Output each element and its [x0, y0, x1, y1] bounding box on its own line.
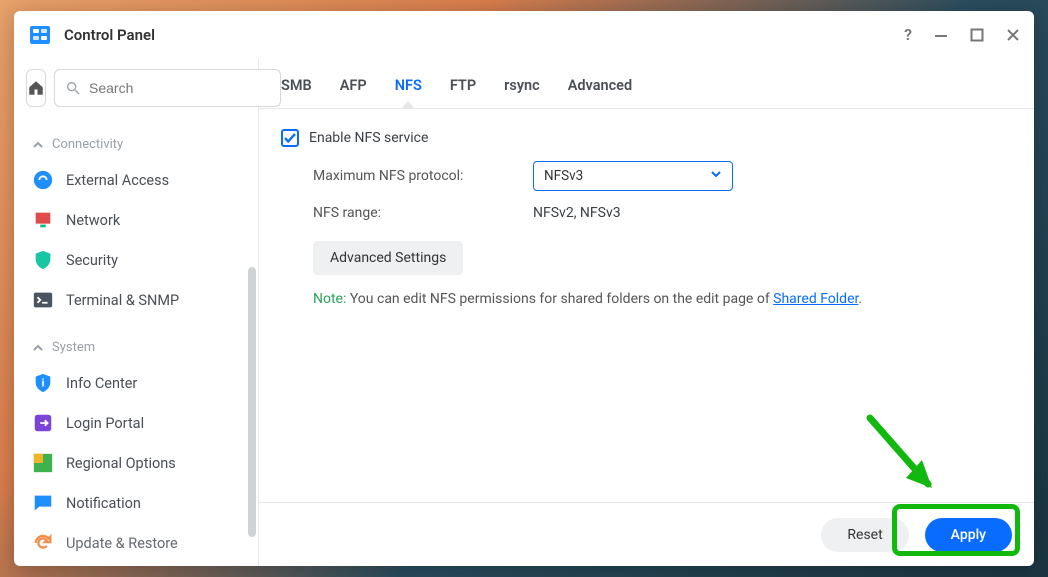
maximize-button[interactable] [970, 28, 984, 42]
note-end: . [858, 291, 862, 307]
max-proto-label: Maximum NFS protocol: [313, 168, 533, 184]
tab-nfs[interactable]: NFS [395, 77, 422, 108]
nfs-settings: Enable NFS service Maximum NFS protocol:… [259, 109, 1034, 502]
close-button[interactable] [1006, 28, 1020, 42]
sidebar-item-label: External Access [66, 172, 169, 189]
globe-icon [32, 452, 54, 474]
shared-folder-link[interactable]: Shared Folder [773, 291, 858, 307]
link-icon [32, 169, 54, 191]
advanced-settings-label: Advanced Settings [330, 250, 446, 266]
sidebar-item-label: Security [66, 252, 118, 269]
nfs-range-value: NFSv2, NFSv3 [533, 205, 621, 221]
sidebar-item-label: Notification [66, 495, 141, 512]
note-text: You can edit NFS permissions for shared … [346, 291, 773, 307]
nfs-range-label: NFS range: [313, 205, 533, 221]
sidebar-item-label: Update & Restore [66, 535, 178, 552]
chevron-down-icon [710, 168, 722, 184]
check-icon [283, 131, 297, 145]
tab-rsync[interactable]: rsync [504, 77, 540, 108]
sidebar-item-label: Regional Options [66, 455, 176, 472]
max-proto-select[interactable]: NFSv3 [533, 161, 733, 191]
reset-button[interactable]: Reset [821, 518, 908, 552]
apply-label: Apply [951, 527, 986, 543]
sidebar-item-label: Login Portal [66, 415, 144, 432]
sidebar-item-update[interactable]: Update & Restore [14, 523, 258, 563]
terminal-icon [32, 289, 54, 311]
search-icon [65, 80, 81, 96]
tab-smb[interactable]: SMB [281, 77, 312, 108]
search-input[interactable] [89, 80, 270, 96]
home-button[interactable] [26, 69, 46, 107]
section-label: Connectivity [52, 137, 123, 152]
footer: Reset Apply [259, 502, 1034, 566]
sidebar: Connectivity External Access Network Sec… [14, 59, 259, 566]
sidebar-item-login-portal[interactable]: Login Portal [14, 403, 258, 443]
nfs-note: Note: You can edit NFS permissions for s… [281, 291, 1012, 307]
section-system[interactable]: System [14, 320, 258, 363]
sidebar-item-label: Terminal & SNMP [66, 292, 179, 309]
sidebar-scrollbar[interactable] [248, 267, 256, 537]
sidebar-item-network[interactable]: Network [14, 200, 258, 240]
chat-icon [32, 492, 54, 514]
network-icon [32, 209, 54, 231]
sidebar-item-label: Network [66, 212, 120, 229]
note-label: Note: [313, 291, 346, 307]
sidebar-item-notification[interactable]: Notification [14, 483, 258, 523]
window-title: Control Panel [64, 26, 155, 44]
select-value: NFSv3 [544, 168, 583, 184]
sidebar-item-security[interactable]: Security [14, 240, 258, 280]
enable-nfs-label: Enable NFS service [309, 130, 428, 146]
sidebar-item-external-access[interactable]: External Access [14, 160, 258, 200]
refresh-icon [32, 532, 54, 554]
tab-ftp[interactable]: FTP [450, 77, 476, 108]
tab-afp[interactable]: AFP [340, 77, 367, 108]
titlebar: Control Panel ? [14, 11, 1034, 59]
section-label: System [52, 340, 95, 355]
advanced-settings-button[interactable]: Advanced Settings [313, 241, 463, 275]
chevron-up-icon [32, 342, 44, 354]
chevron-up-icon [32, 139, 44, 151]
help-button[interactable]: ? [904, 27, 912, 43]
info-icon: i [32, 372, 54, 394]
enable-nfs-checkbox[interactable] [281, 129, 299, 147]
search-field[interactable] [54, 69, 281, 107]
portal-icon [32, 412, 54, 434]
apply-button[interactable]: Apply [925, 518, 1012, 552]
svg-text:i: i [41, 378, 44, 390]
sidebar-item-label: Info Center [66, 375, 137, 392]
tab-bar: SMB AFP NFS FTP rsync Advanced [259, 59, 1034, 109]
control-panel-icon [28, 23, 52, 47]
sidebar-item-terminal[interactable]: Terminal & SNMP [14, 280, 258, 320]
tab-advanced[interactable]: Advanced [568, 77, 632, 108]
shield-icon [32, 249, 54, 271]
minimize-button[interactable] [934, 28, 948, 42]
section-connectivity[interactable]: Connectivity [14, 117, 258, 160]
sidebar-item-regional[interactable]: Regional Options [14, 443, 258, 483]
window-controls: ? [904, 27, 1020, 43]
reset-label: Reset [847, 527, 882, 543]
main-pane: SMB AFP NFS FTP rsync Advanced Enable NF… [259, 59, 1034, 566]
control-panel-window: Control Panel ? [14, 11, 1034, 566]
sidebar-item-info-center[interactable]: i Info Center [14, 363, 258, 403]
